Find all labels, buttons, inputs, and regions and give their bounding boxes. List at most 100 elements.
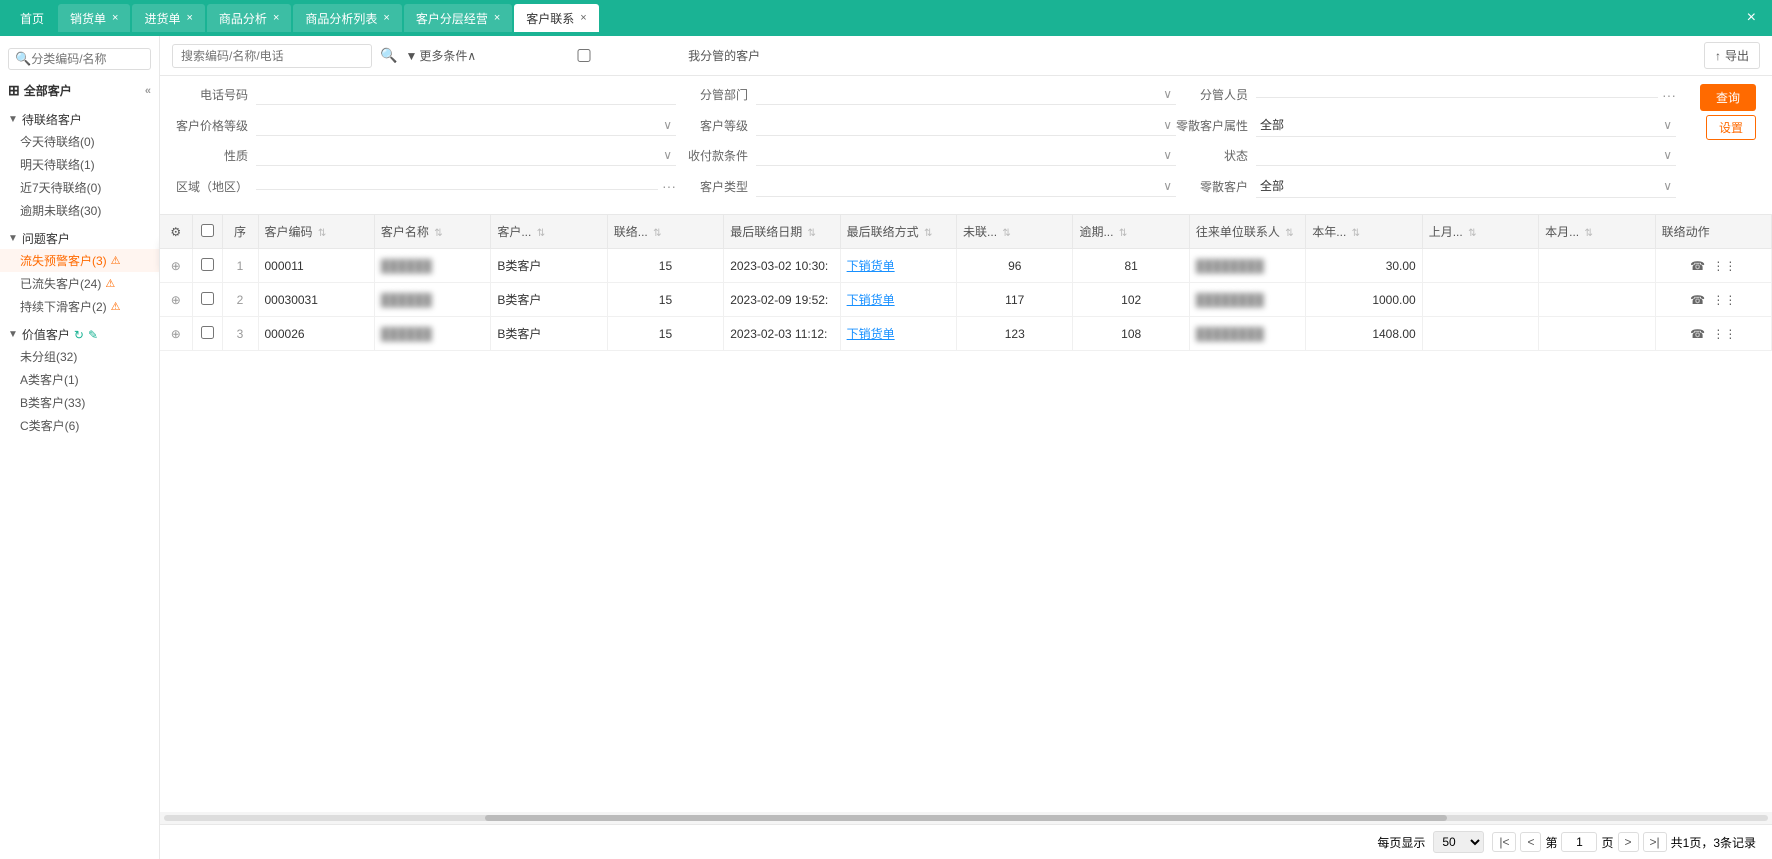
sidebar-item-declining[interactable]: 持续下滑客户(2) ⚠ (0, 295, 159, 318)
filter-more-region[interactable]: ··· (662, 178, 676, 194)
edit-icon[interactable]: ✎ (88, 328, 98, 342)
refresh-icon[interactable]: ↻ (74, 328, 84, 342)
sidebar-group-problem: ▼ 问题客户 流失预警客户(3) ⚠ 90天未交易的客户，可能有流失风险。 已流… (0, 226, 159, 318)
close-tab-product-list[interactable]: × (383, 12, 389, 24)
query-button[interactable]: 查询 (1700, 84, 1756, 111)
sidebar-item-churned[interactable]: 已流失客户(24) ⚠ (0, 272, 159, 295)
filter-nature: 性质 ∨ (176, 145, 676, 166)
sidebar-group-value-header[interactable]: ▼ 价值客户 ↻ ✎ (0, 322, 159, 345)
action-contact-0[interactable]: ☎ (1690, 259, 1705, 273)
action-contact-1[interactable]: ☎ (1690, 293, 1705, 307)
sidebar-group-problem-header[interactable]: ▼ 问题客户 (0, 226, 159, 249)
col-name[interactable]: 客户名称 ⇅ (374, 215, 490, 249)
filter-region: 区域（地区） ··· (176, 178, 676, 195)
filter-status-select[interactable]: ∨ (1256, 145, 1676, 166)
col-current-year[interactable]: 本年... ⇅ (1306, 215, 1422, 249)
sidebar-item-churn-warning[interactable]: 流失预警客户(3) ⚠ 90天未交易的客户，可能有流失风险。 (0, 249, 159, 272)
row-last-method-2[interactable]: 下销货单 (840, 317, 956, 351)
row-checkbox-1[interactable] (192, 283, 222, 317)
tab-product-list[interactable]: 商品分析列表 × (293, 4, 401, 32)
filter-region-select[interactable] (256, 183, 658, 190)
col-contact[interactable]: 联络... ⇅ (607, 215, 723, 249)
sidebar-item-unclassified[interactable]: 未分组(32) (0, 345, 159, 368)
col-settings[interactable]: ⚙ (160, 215, 192, 249)
row-last-method-1[interactable]: 下销货单 (840, 283, 956, 317)
first-page-btn[interactable]: |< (1492, 832, 1516, 852)
row-last-method-0[interactable]: 下销货单 (840, 249, 956, 283)
action-contact-2[interactable]: ☎ (1690, 327, 1705, 341)
filter-retail-attr-select[interactable]: 全部 ∨ (1256, 113, 1676, 137)
filter-price-level-select[interactable]: ∨ (256, 115, 676, 136)
filter-customer-level-select[interactable]: ∨ (756, 115, 1176, 136)
filter-payment-select[interactable]: ∨ (756, 145, 1176, 166)
filter-more-manager[interactable]: ··· (1662, 87, 1676, 103)
my-customers-checkbox[interactable]: 我分管的客户 (484, 47, 760, 64)
toolbar: 🔍 ▼ 更多条件 ∧ 我分管的客户 ↑ 导出 (160, 36, 1772, 76)
close-tab-product-analysis[interactable]: × (273, 12, 279, 24)
action-more-1[interactable]: ⋮⋮ (1712, 293, 1736, 307)
close-tab-purchase[interactable]: × (186, 12, 192, 24)
filter-dept-select[interactable]: ∨ (756, 84, 1176, 105)
col-last-date[interactable]: 最后联络日期 ⇅ (724, 215, 840, 249)
all-customers-item[interactable]: ⊞ 全部客户 « (0, 78, 159, 103)
filter-phone-input[interactable] (256, 84, 676, 105)
sidebar-item-today[interactable]: 今天待联络(0) (0, 130, 159, 153)
search-input[interactable] (172, 44, 372, 68)
my-customers-check[interactable] (484, 49, 684, 62)
warn-icon-churned: ⚠ (105, 277, 115, 290)
col-type[interactable]: 客户... ⇅ (491, 215, 607, 249)
col-last-month[interactable]: 上月... ⇅ (1422, 215, 1538, 249)
sidebar-search-input[interactable] (31, 52, 144, 66)
close-window-btn[interactable]: × (1739, 9, 1764, 27)
next-page-btn[interactable]: > (1618, 832, 1639, 852)
sidebar-search-box[interactable]: 🔍 (8, 48, 151, 70)
sort-icon-code: ⇅ (318, 228, 326, 239)
action-more-2[interactable]: ⋮⋮ (1712, 327, 1736, 341)
col-code[interactable]: 客户编码 ⇅ (258, 215, 374, 249)
filter-retail-customer-select[interactable]: 全部 ∨ (1256, 174, 1676, 198)
scrollbar-thumb[interactable] (485, 815, 1447, 821)
prev-page-btn[interactable]: < (1520, 832, 1541, 852)
settings-button[interactable]: 设置 (1706, 115, 1756, 140)
tab-customer-tier[interactable]: 客户分层经营 × (404, 4, 512, 32)
tab-home[interactable]: 首页 (8, 4, 56, 32)
close-tab-customer-contact[interactable]: × (580, 12, 586, 24)
page-input[interactable] (1561, 832, 1597, 852)
col-overdue[interactable]: 逾期... ⇅ (1073, 215, 1189, 249)
close-tab-customer-tier[interactable]: × (494, 12, 500, 24)
col-current-month[interactable]: 本月... ⇅ (1539, 215, 1655, 249)
col-num: 序 (222, 215, 258, 249)
select-all-checkbox[interactable] (201, 224, 214, 237)
tab-product-analysis[interactable]: 商品分析 × (207, 4, 291, 32)
action-more-0[interactable]: ⋮⋮ (1712, 259, 1736, 273)
tab-customer-contact[interactable]: 客户联系 × (514, 4, 598, 32)
search-button[interactable]: 🔍 (380, 47, 397, 64)
sidebar-item-class-b[interactable]: B类客户(33) (0, 391, 159, 414)
row-checkbox-0[interactable] (192, 249, 222, 283)
col-no-contact[interactable]: 未联... ⇅ (957, 215, 1073, 249)
filter-manager-select[interactable] (1256, 91, 1658, 98)
col-checkbox[interactable] (192, 215, 222, 249)
close-tab-sales[interactable]: × (112, 12, 118, 24)
filter-more-button[interactable]: ▼ 更多条件 ∧ (405, 47, 476, 64)
filter-nature-select[interactable]: ∨ (256, 145, 676, 166)
last-page-btn[interactable]: >| (1643, 832, 1667, 852)
export-button[interactable]: ↑ 导出 (1704, 42, 1760, 69)
horizontal-scrollbar[interactable] (160, 812, 1772, 824)
filter-customer-type-select[interactable]: ∨ (756, 176, 1176, 197)
tab-purchase[interactable]: 进货单 × (132, 4, 204, 32)
col-last-method[interactable]: 最后联络方式 ⇅ (840, 215, 956, 249)
sidebar: 🔍 ⊞ 全部客户 « ▼ 待联络客户 今天待联络(0) 明天待联络(1) 近7天… (0, 36, 160, 859)
sidebar-group-pending-header[interactable]: ▼ 待联络客户 (0, 107, 159, 130)
col-contact-person[interactable]: 往来单位联系人 ⇅ (1189, 215, 1305, 249)
sidebar-item-class-c[interactable]: C类客户(6) (0, 414, 159, 437)
sidebar-item-overdue[interactable]: 逾期未联络(30) (0, 199, 159, 222)
sidebar-item-tomorrow[interactable]: 明天待联络(1) (0, 153, 159, 176)
sidebar-item-class-a[interactable]: A类客户(1) (0, 368, 159, 391)
sidebar-item-7days[interactable]: 近7天待联络(0) (0, 176, 159, 199)
filter-manager: 分管人员 ··· (1176, 86, 1676, 103)
per-page-select[interactable]: 50 100 (1433, 831, 1484, 853)
row-checkbox-2[interactable] (192, 317, 222, 351)
tab-sales[interactable]: 销货单 × (58, 4, 130, 32)
table-row: ⊕ 2 00030031 ██████ B类客户 15 2023-02-09 1… (160, 283, 1772, 317)
